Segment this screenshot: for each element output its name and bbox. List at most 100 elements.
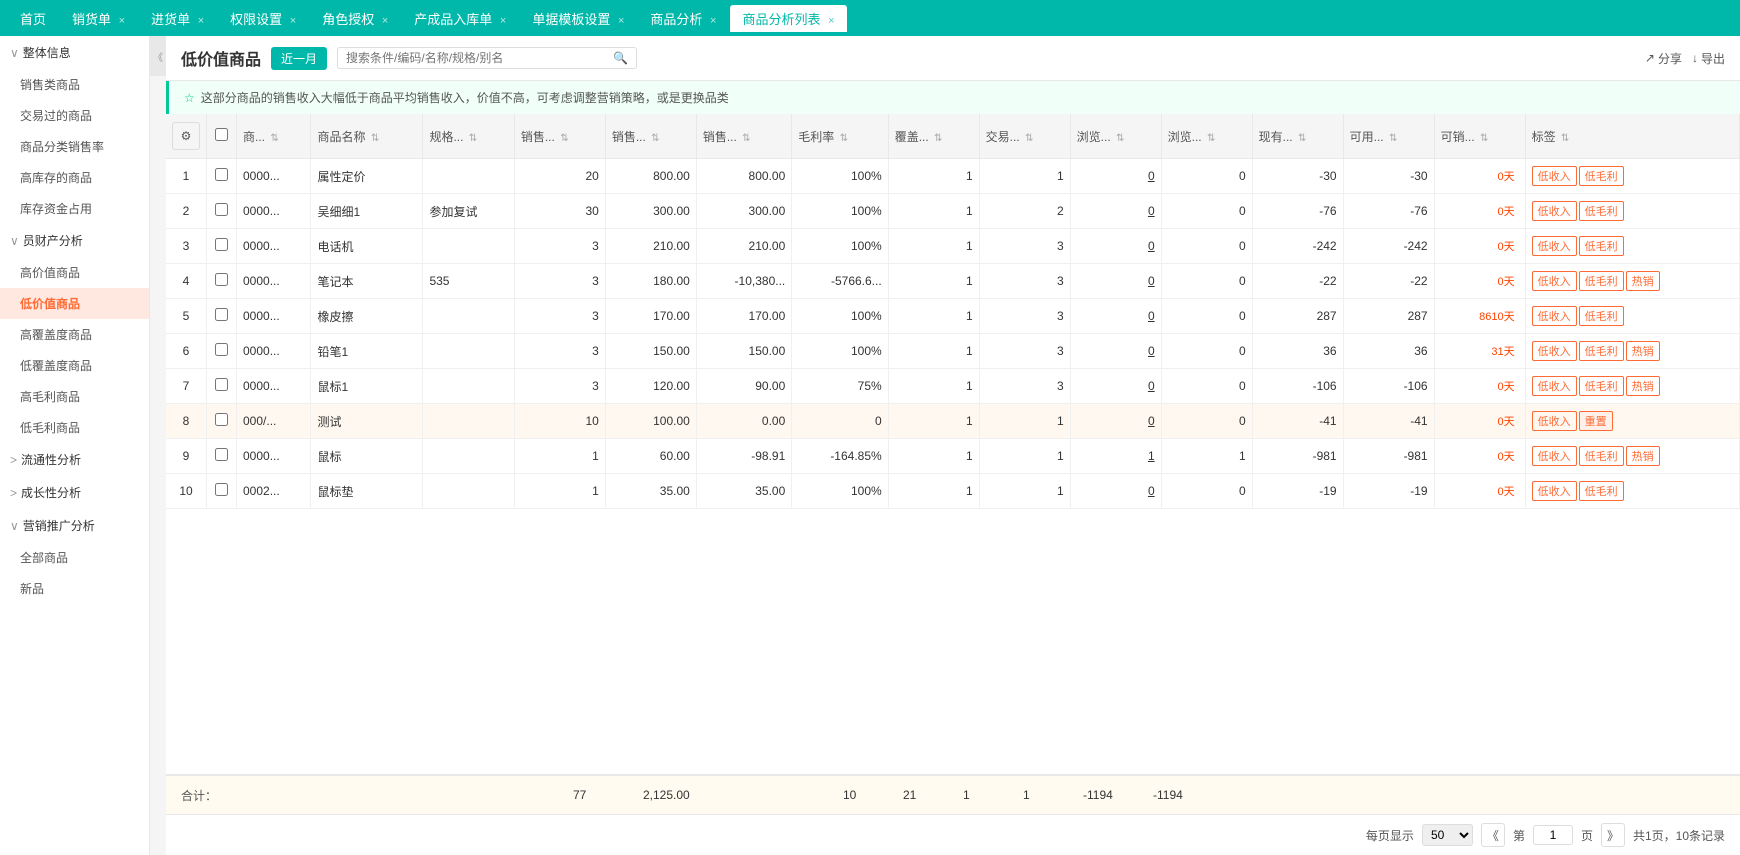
col-settings[interactable]: ⚙ [166, 114, 207, 159]
share-button[interactable]: ↗ 分享 [1645, 50, 1682, 67]
row-view1[interactable]: 0 [1070, 369, 1161, 404]
nav-roles-close[interactable]: × [382, 15, 388, 27]
row-view1-link[interactable]: 0 [1148, 344, 1155, 358]
col-gross-margin-sort[interactable]: ⇅ [840, 133, 848, 144]
sidebar-collapse-button[interactable]: 《 [150, 36, 166, 76]
sidebar-item-all-products[interactable]: 全部商品 [0, 542, 149, 573]
select-all-checkbox[interactable] [215, 128, 228, 141]
row-view1[interactable]: 0 [1070, 404, 1161, 439]
nav-product-in-close[interactable]: × [500, 15, 506, 27]
sidebar-item-new-products[interactable]: 新品 [0, 573, 149, 604]
nav-purchase-close[interactable]: × [198, 15, 204, 27]
row-view1-link[interactable]: 0 [1148, 309, 1155, 323]
row-name[interactable]: 鼠标垫 [311, 474, 423, 509]
col-tags-sort[interactable]: ⇅ [1561, 133, 1569, 144]
sidebar-item-high-value[interactable]: 高价值商品 [0, 257, 149, 288]
sidebar-section-employee[interactable]: ∨ 员财产分析 [0, 224, 149, 257]
sidebar-section-circulation[interactable]: > 流通性分析 [0, 443, 149, 476]
row-checkbox[interactable] [215, 168, 228, 181]
nav-purchase[interactable]: 进货单 × [139, 5, 216, 32]
row-view1-link[interactable]: 0 [1148, 169, 1155, 183]
first-page-button[interactable]: 《 [1481, 823, 1505, 847]
row-checkbox[interactable] [215, 448, 228, 461]
row-checkbox[interactable] [215, 343, 228, 356]
sidebar-item-traded[interactable]: 交易过的商品 [0, 100, 149, 131]
row-name[interactable]: 铅笔1 [311, 334, 423, 369]
nav-analysis-list-close[interactable]: × [828, 15, 834, 27]
row-name[interactable]: 属性定价 [311, 159, 423, 194]
sidebar-item-high-inventory[interactable]: 高库存的商品 [0, 162, 149, 193]
col-coverage-sort[interactable]: ⇅ [934, 133, 942, 144]
col-sale-qty-sort[interactable]: ⇅ [560, 133, 568, 144]
sidebar-section-marketing[interactable]: ∨ 营销推广分析 [0, 509, 149, 542]
row-view1[interactable]: 0 [1070, 474, 1161, 509]
nav-sales[interactable]: 销货单 × [60, 5, 137, 32]
sidebar-section-growth[interactable]: > 成长性分析 [0, 476, 149, 509]
row-checkbox[interactable] [215, 308, 228, 321]
nav-sales-close[interactable]: × [119, 15, 125, 27]
col-view2-sort[interactable]: ⇅ [1207, 133, 1215, 144]
row-view1-link[interactable]: 1 [1148, 449, 1155, 463]
row-view1[interactable]: 0 [1070, 194, 1161, 229]
settings-icon[interactable]: ⚙ [172, 122, 200, 150]
row-checkbox[interactable] [215, 238, 228, 251]
row-view1-link[interactable]: 0 [1148, 484, 1155, 498]
nav-home[interactable]: 首页 [8, 5, 58, 32]
nav-roles[interactable]: 角色授权 × [310, 5, 400, 32]
sidebar-item-sales-category[interactable]: 销售类商品 [0, 69, 149, 100]
row-name[interactable]: 测试 [311, 404, 423, 439]
nav-product-in[interactable]: 产成品入库单 × [402, 5, 518, 32]
col-trade-sort[interactable]: ⇅ [1025, 133, 1033, 144]
nav-permissions-close[interactable]: × [290, 15, 296, 27]
row-checkbox[interactable] [215, 378, 228, 391]
filter-button[interactable]: 近一月 [271, 47, 327, 70]
row-checkbox[interactable] [215, 413, 228, 426]
search-input[interactable] [346, 51, 608, 65]
row-name[interactable]: 吴细细1 [311, 194, 423, 229]
col-sale-amount-sort[interactable]: ⇅ [742, 133, 750, 144]
export-button[interactable]: ↓ 导出 [1692, 50, 1725, 67]
sidebar-item-category-sales-rate[interactable]: 商品分类销售率 [0, 131, 149, 162]
page-input[interactable] [1533, 825, 1573, 845]
row-view1-link[interactable]: 0 [1148, 204, 1155, 218]
nav-template-close[interactable]: × [618, 15, 624, 27]
col-available-sort[interactable]: ⇅ [1389, 133, 1397, 144]
col-current-stock-sort[interactable]: ⇅ [1298, 133, 1306, 144]
row-view1-link[interactable]: 0 [1148, 379, 1155, 393]
nav-analysis-list[interactable]: 商品分析列表 × [730, 5, 846, 32]
row-view1-link[interactable]: 0 [1148, 274, 1155, 288]
sidebar-item-high-coverage[interactable]: 高覆盖度商品 [0, 319, 149, 350]
col-name-sort[interactable]: ⇅ [371, 133, 379, 144]
row-checkbox[interactable] [215, 203, 228, 216]
sidebar-item-high-profit[interactable]: 高毛利商品 [0, 381, 149, 412]
row-view1[interactable]: 0 [1070, 229, 1161, 264]
col-spec-sort[interactable]: ⇅ [469, 133, 477, 144]
row-view1[interactable]: 0 [1070, 299, 1161, 334]
row-view1-link[interactable]: 0 [1148, 414, 1155, 428]
row-name[interactable]: 鼠标1 [311, 369, 423, 404]
sidebar-section-overall[interactable]: ∨ 整体信息 [0, 36, 149, 69]
search-icon[interactable]: 🔍 [613, 51, 628, 65]
row-checkbox[interactable] [215, 273, 228, 286]
nav-permissions[interactable]: 权限设置 × [218, 5, 308, 32]
row-view1[interactable]: 0 [1070, 334, 1161, 369]
row-view1[interactable]: 0 [1070, 159, 1161, 194]
next-page-button[interactable]: 》 [1601, 823, 1625, 847]
row-view1-link[interactable]: 0 [1148, 239, 1155, 253]
row-checkbox[interactable] [215, 483, 228, 496]
sidebar-item-low-value[interactable]: 低价值商品 [0, 288, 149, 319]
row-view1[interactable]: 0 [1070, 264, 1161, 299]
nav-template[interactable]: 单据模板设置 × [520, 5, 636, 32]
row-view1[interactable]: 1 [1070, 439, 1161, 474]
col-sale-price-sort[interactable]: ⇅ [651, 133, 659, 144]
page-size-select[interactable]: 20 50 100 [1422, 824, 1473, 846]
row-name[interactable]: 笔记本 [311, 264, 423, 299]
col-view1-sort[interactable]: ⇅ [1116, 133, 1124, 144]
sidebar-item-low-coverage[interactable]: 低覆盖度商品 [0, 350, 149, 381]
row-name[interactable]: 鼠标 [311, 439, 423, 474]
sidebar-item-low-profit[interactable]: 低毛利商品 [0, 412, 149, 443]
nav-analysis-close[interactable]: × [710, 15, 716, 27]
col-sellable-sort[interactable]: ⇅ [1480, 133, 1488, 144]
sidebar-item-inventory-capital[interactable]: 库存资金占用 [0, 193, 149, 224]
nav-analysis[interactable]: 商品分析 × [638, 5, 728, 32]
